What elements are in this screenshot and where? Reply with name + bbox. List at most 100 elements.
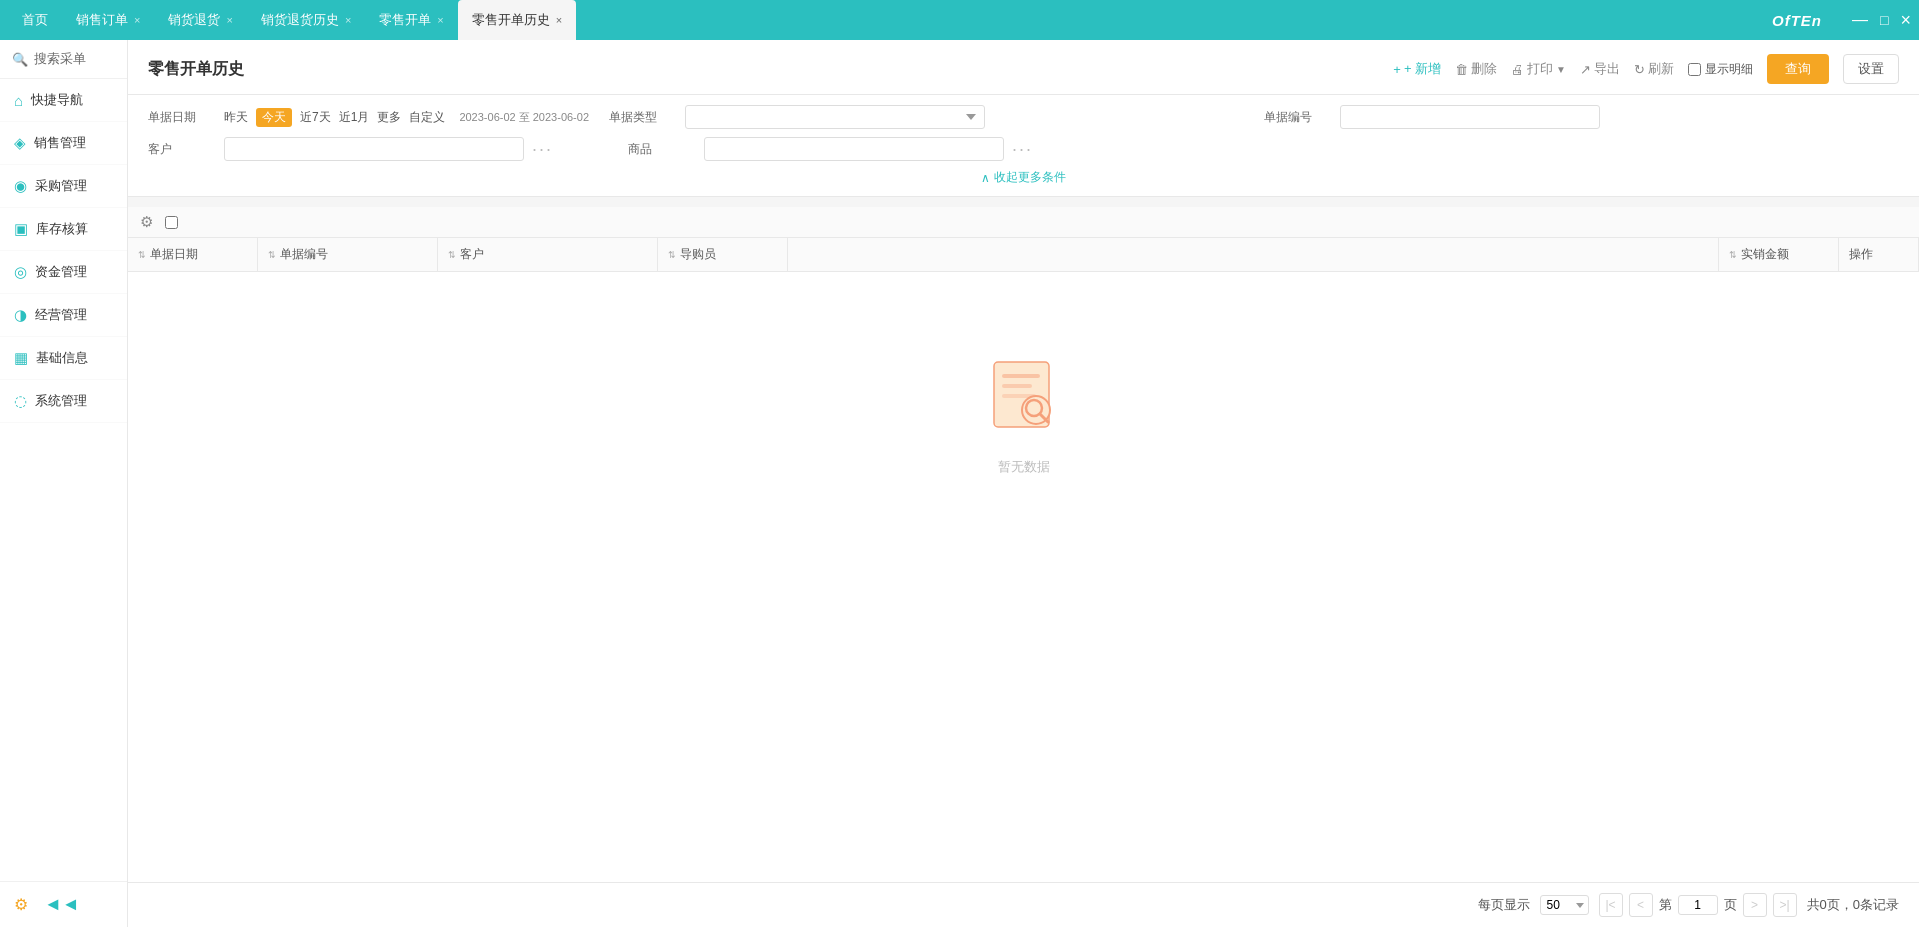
delete-label: 删除 [1471,60,1497,78]
bill-type-label: 单据类型 [609,109,669,126]
custom-btn[interactable]: 自定义 [409,109,445,126]
sidebar-item-system-label: 系统管理 [35,392,87,410]
finance-icon: ◎ [14,263,27,281]
today-btn[interactable]: 今天 [256,108,292,127]
sidebar-item-purchase[interactable]: ◉ 采购管理 [0,165,127,208]
sidebar-item-sales[interactable]: ◈ 销售管理 [0,122,127,165]
goods-more-icon[interactable]: ··· [1012,139,1033,160]
sidebar-item-basic-info-label: 基础信息 [36,349,88,367]
collapse-icon[interactable]: ◄◄ [44,894,80,915]
last-page-btn[interactable]: >| [1773,893,1797,917]
collapse-more-btn[interactable]: ∧ 收起更多条件 [148,169,1899,186]
last7-btn[interactable]: 近7天 [300,109,331,126]
th-actions-label: 操作 [1849,246,1873,263]
add-label: + 新增 [1404,60,1441,78]
th-amount: ⇅ 实销金额 [1719,238,1839,271]
svg-rect-2 [1002,384,1032,388]
tab-sales-order[interactable]: 销售订单 × [62,0,154,40]
refresh-icon: ↻ [1634,62,1645,77]
customer-more-icon[interactable]: ··· [532,139,553,160]
sidebar-item-system[interactable]: ◌ 系统管理 [0,380,127,423]
last-month-btn[interactable]: 近1月 [339,109,370,126]
sidebar-item-sales-label: 销售管理 [34,134,86,152]
display-detail-label: 显示明细 [1705,61,1753,78]
filter-row-2: 客户 ··· 商品 ··· [148,137,1899,161]
sidebar: 🔍 搜索采单 ⌂ 快捷导航 ◈ 销售管理 ◉ 采购管理 ▣ 库存核算 ◎ 资金管… [0,40,128,927]
sidebar-item-finance[interactable]: ◎ 资金管理 [0,251,127,294]
tab-sales-order-label: 销售订单 [76,11,128,29]
sort-icon-guide: ⇅ [668,250,676,260]
chevron-up-icon: ∧ [981,171,990,185]
tab-home-label: 首页 [22,11,48,29]
svg-rect-1 [1002,374,1040,378]
refresh-button[interactable]: ↻ 刷新 [1634,60,1674,78]
table-area: ⚙ ⇅ 单据日期 ⇅ 单据编号 ⇅ 客户 ⇅ 导购员 [128,207,1919,882]
sidebar-item-purchase-label: 采购管理 [35,177,87,195]
date-filter-label: 单据日期 [148,109,208,126]
delete-button[interactable]: 🗑 删除 [1455,60,1497,78]
display-detail-input[interactable] [1688,63,1701,76]
sidebar-item-quick-nav-label: 快捷导航 [31,91,83,109]
yesterday-btn[interactable]: 昨天 [224,109,248,126]
th-amount-label: 实销金额 [1741,246,1789,263]
page-nav: |< < 第 页 > >| [1599,893,1797,917]
tab-sales-return[interactable]: 销货退货 × [154,0,246,40]
home-icon: ⌂ [14,92,23,109]
tab-retail-open-history-close[interactable]: × [556,14,562,26]
collapse-label: 收起更多条件 [994,169,1066,186]
add-button[interactable]: + + 新增 [1393,60,1441,78]
pagination-bar: 每页显示 50 10 20 100 |< < 第 页 > >| 共0页，0条记录 [128,882,1919,927]
sidebar-item-finance-label: 资金管理 [35,263,87,281]
goods-input[interactable] [704,137,1004,161]
sidebar-search-label: 搜索采单 [34,50,86,68]
restore-button[interactable]: □ [1880,12,1888,28]
filter-row-1: 单据日期 昨天 今天 近7天 近1月 更多 自定义 2023-06-02 至 2… [148,105,1899,129]
th-customer-label: 客户 [460,246,484,263]
purchase-icon: ◉ [14,177,27,195]
tab-home[interactable]: 首页 [8,0,62,40]
window-controls: — □ × [1852,10,1911,31]
next-page-btn[interactable]: > [1743,893,1767,917]
tab-retail-open-close[interactable]: × [437,14,443,26]
close-button[interactable]: × [1900,10,1911,31]
sidebar-item-inventory[interactable]: ▣ 库存核算 [0,208,127,251]
tab-sales-return-history-close[interactable]: × [345,14,351,26]
query-button[interactable]: 查询 [1767,54,1829,84]
tab-sales-return-close[interactable]: × [226,14,232,26]
display-detail-checkbox[interactable]: 显示明细 [1688,61,1753,78]
refresh-label: 刷新 [1648,60,1674,78]
tab-retail-open[interactable]: 零售开单 × [365,0,457,40]
sidebar-item-operations[interactable]: ◑ 经营管理 [0,294,127,337]
table-gear-icon[interactable]: ⚙ [140,213,153,231]
select-all-checkbox[interactable] [165,216,178,229]
prev-page-btn[interactable]: < [1629,893,1653,917]
operations-icon: ◑ [14,306,27,324]
sidebar-item-quick-nav[interactable]: ⌂ 快捷导航 [0,79,127,122]
empty-icon [974,352,1074,442]
th-guide-label: 导购员 [680,246,716,263]
table-header: ⇅ 单据日期 ⇅ 单据编号 ⇅ 客户 ⇅ 导购员 ⇅ 实销 [128,238,1919,272]
page-size-select[interactable]: 50 10 20 100 [1540,895,1589,915]
customer-input[interactable] [224,137,524,161]
setting-button[interactable]: 设置 [1843,54,1899,84]
bill-number-input[interactable] [1340,105,1600,129]
sidebar-item-inventory-label: 库存核算 [36,220,88,238]
empty-state: 暂无数据 [128,272,1919,556]
bill-type-select[interactable] [685,105,985,129]
minimize-button[interactable]: — [1852,11,1868,29]
tab-sales-return-history[interactable]: 销货退货历史 × [247,0,365,40]
export-button[interactable]: ↗ 导出 [1580,60,1620,78]
first-page-btn[interactable]: |< [1599,893,1623,917]
goods-filter-label: 商品 [628,141,688,158]
tab-retail-open-history[interactable]: 零售开单历史 × [458,0,576,40]
sidebar-bottom: ⚙ ◄◄ [0,881,127,927]
page-number-input[interactable] [1678,895,1718,915]
tab-sales-return-label: 销货退货 [168,11,220,29]
sidebar-item-basic-info[interactable]: ▦ 基础信息 [0,337,127,380]
tab-sales-order-close[interactable]: × [134,14,140,26]
more-btn[interactable]: 更多 [377,109,401,126]
page-title: 零售开单历史 [148,59,244,80]
sidebar-search[interactable]: 🔍 搜索采单 [0,40,127,79]
print-button[interactable]: 🖨 打印 ▼ [1511,60,1566,78]
settings-gear-icon[interactable]: ⚙ [14,895,28,914]
